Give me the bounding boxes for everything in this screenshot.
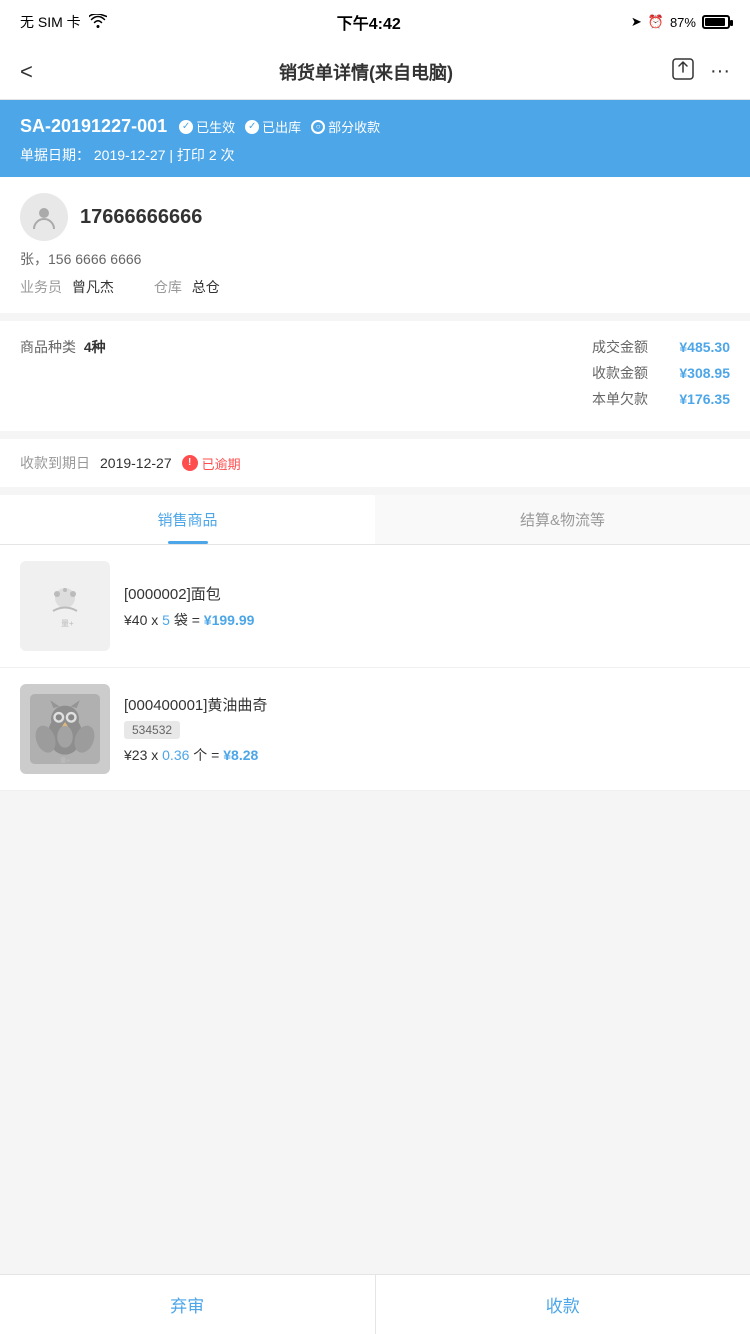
clock-icon: ○: [311, 120, 325, 134]
owed-label: 本单欠款: [592, 389, 648, 409]
product-price-1: ¥40 x 5 袋 = ¥199.99: [124, 610, 730, 630]
status-left: 无 SIM 卡: [20, 12, 107, 32]
warehouse-value: 总仓: [192, 279, 220, 295]
alarm-icon: ⏰: [648, 14, 664, 30]
check-icon-1: ✓: [179, 120, 193, 134]
back-button[interactable]: <: [20, 59, 60, 85]
product-details-1: [0000002]面包 ¥40 x 5 袋 = ¥199.99: [124, 583, 730, 630]
customer-meta: 业务员 曾凡杰 仓库 总仓: [20, 277, 730, 297]
order-date: 单据日期： 2019-12-27 | 打印 2 次: [20, 145, 730, 165]
svg-text:量+: 量+: [60, 757, 70, 764]
product-total-1: ¥199.99: [204, 612, 255, 628]
tabs-section: 销售商品 结算&物流等: [0, 495, 750, 545]
status-effective: ✓ 已生效: [179, 117, 235, 136]
location-icon: ➤: [631, 14, 642, 30]
tab-settlement[interactable]: 结算&物流等: [375, 495, 750, 544]
status-time: 下午4:42: [337, 10, 401, 34]
overdue-icon: !: [182, 455, 198, 471]
stats-section: 商品种类 4种 成交金额 ¥485.30 收款金额 ¥308.95 本单欠款 ¥…: [0, 321, 750, 431]
product-item: 量+ [0000002]面包 ¥40 x 5 袋 = ¥199.99: [0, 545, 750, 668]
customer-phone: 张，156 6666 6666: [20, 249, 730, 269]
nav-bar: < 销货单详情(来自电脑) ···: [0, 44, 750, 100]
overdue-badge: ! 已逾期: [182, 454, 241, 473]
product-image-1: 量+: [20, 561, 110, 651]
product-price-2: ¥23 x 0.36 个 = ¥8.28: [124, 745, 730, 765]
wifi-icon: [89, 14, 107, 31]
confirm-button[interactable]: 收款: [376, 1275, 750, 1334]
battery-icon: [702, 15, 730, 29]
svg-text:量+: 量+: [61, 619, 74, 628]
tab-products[interactable]: 销售商品: [0, 495, 375, 544]
products-section: 量+ [0000002]面包 ¥40 x 5 袋 = ¥199.99: [0, 545, 750, 791]
product-item-2: 量+ [000400001]黄油曲奇 534532 ¥23 x 0.36 个 =…: [0, 668, 750, 791]
product-details-2: [000400001]黄油曲奇 534532 ¥23 x 0.36 个 = ¥8…: [124, 694, 730, 765]
due-label: 收款到期日: [20, 453, 90, 473]
overdue-text: 已逾期: [202, 454, 241, 473]
battery-text: 87%: [670, 15, 696, 30]
sales-person-label: 业务员: [20, 279, 62, 295]
due-section: 收款到期日 2019-12-27 ! 已逾期: [0, 439, 750, 487]
owed-value: ¥176.35: [660, 391, 730, 407]
product-name-2: [000400001]黄油曲奇: [124, 694, 730, 715]
order-header: SA-20191227-001 ✓ 已生效 ✓ 已出库 ○ 部分收款 单据日期：…: [0, 100, 750, 177]
product-name-1: [0000002]面包: [124, 583, 730, 604]
status-badges: ✓ 已生效 ✓ 已出库 ○ 部分收款: [179, 117, 380, 136]
avatar: [20, 193, 68, 241]
product-qty-1: 5: [162, 612, 170, 628]
deal-amount-label: 成交金额: [592, 337, 648, 357]
customer-name: 17666666666: [80, 206, 202, 229]
category-stat: 商品种类 4种: [20, 337, 106, 357]
received-label: 收款金额: [592, 363, 648, 383]
carrier-text: 无 SIM 卡: [20, 12, 81, 32]
check-icon-2: ✓: [245, 120, 259, 134]
page-title: 销货单详情(来自电脑): [279, 59, 453, 85]
status-right: ➤ ⏰ 87%: [631, 14, 730, 30]
product-sku: 534532: [124, 721, 180, 739]
share-button[interactable]: [672, 58, 694, 86]
status-bar: 无 SIM 卡 下午4:42 ➤ ⏰ 87%: [0, 0, 750, 44]
sales-person-value: 曾凡杰: [72, 279, 114, 295]
due-date-value: 2019-12-27: [100, 455, 172, 471]
status-shipped: ✓ 已出库: [245, 117, 301, 136]
category-count: 4种: [84, 339, 106, 355]
product-qty-2: 0.36: [162, 747, 189, 763]
product-total-2: ¥8.28: [223, 747, 258, 763]
product-image-2: 量+: [20, 684, 110, 774]
warehouse-label: 仓库: [154, 279, 182, 295]
bottom-bar: 弃审 收款: [0, 1274, 750, 1334]
more-button[interactable]: ···: [710, 60, 730, 83]
nav-actions: ···: [672, 58, 730, 86]
amount-stats: 成交金额 ¥485.30 收款金额 ¥308.95 本单欠款 ¥176.35: [592, 337, 730, 415]
received-value: ¥308.95: [660, 365, 730, 381]
tabs-row: 销售商品 结算&物流等: [0, 495, 750, 544]
status-partial-payment: ○ 部分收款: [311, 117, 380, 136]
order-id: SA-20191227-001: [20, 116, 167, 137]
deal-amount-value: ¥485.30: [660, 339, 730, 355]
customer-section: 17666666666 张，156 6666 6666 业务员 曾凡杰 仓库 总…: [0, 177, 750, 313]
cancel-button[interactable]: 弃审: [0, 1275, 376, 1334]
